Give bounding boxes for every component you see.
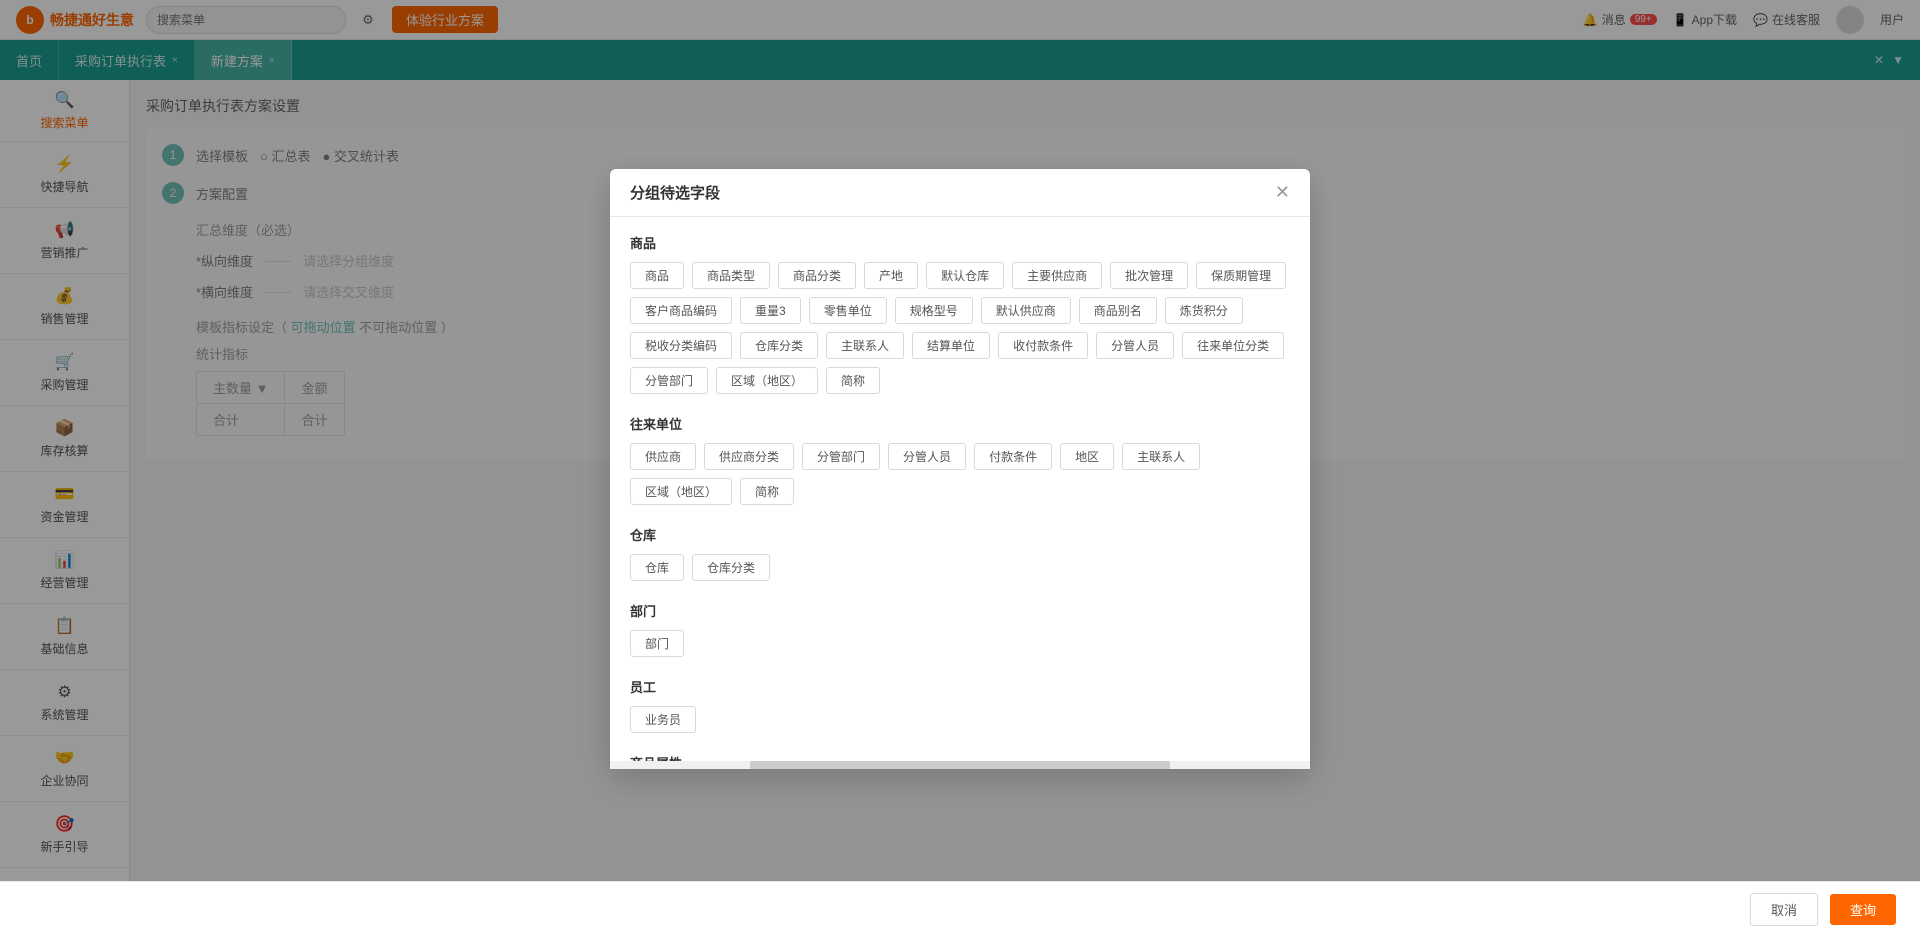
tag-supplier[interactable]: 供应商 xyxy=(630,443,696,470)
tag-batch-mgmt[interactable]: 批次管理 xyxy=(1110,262,1188,289)
tag-area[interactable]: 地区 xyxy=(1060,443,1114,470)
tag-payment-terms[interactable]: 收付款条件 xyxy=(998,332,1088,359)
section-employee-tags: 业务员 xyxy=(630,706,1290,733)
tag-short-name-2[interactable]: 简称 xyxy=(740,478,794,505)
tag-warehouse-category[interactable]: 仓库分类 xyxy=(740,332,818,359)
bottom-action-bar: 取消 查询 xyxy=(0,881,1920,937)
confirm-button[interactable]: 查询 xyxy=(1830,894,1896,925)
tag-customer-code[interactable]: 客户商品编码 xyxy=(630,297,732,324)
tag-goods-category[interactable]: 商品分类 xyxy=(778,262,856,289)
tag-weight[interactable]: 重量3 xyxy=(740,297,801,324)
tag-tax-code[interactable]: 税收分类编码 xyxy=(630,332,732,359)
section-warehouse: 仓库 仓库 仓库分类 xyxy=(630,525,1290,581)
modal-dialog: 分组待选字段 ✕ 商品 商品 商品类型 商品分类 产地 默认仓库 主要供应商 批… xyxy=(610,169,1310,769)
tag-department[interactable]: 部门 xyxy=(630,630,684,657)
section-warehouse-tags: 仓库 仓库分类 xyxy=(630,554,1290,581)
tag-retail-unit[interactable]: 零售单位 xyxy=(809,297,887,324)
tag-main-supplier[interactable]: 主要供应商 xyxy=(1012,262,1102,289)
section-department-title: 部门 xyxy=(630,601,1290,620)
tag-goods-type[interactable]: 商品类型 xyxy=(692,262,770,289)
tag-payment-condition[interactable]: 付款条件 xyxy=(974,443,1052,470)
tag-supervisor[interactable]: 分管人员 xyxy=(1096,332,1174,359)
modal-title: 分组待选字段 xyxy=(630,182,720,203)
tag-spec-model[interactable]: 规格型号 xyxy=(895,297,973,324)
tag-origin[interactable]: 产地 xyxy=(864,262,918,289)
modal-scroll-bar[interactable] xyxy=(610,761,1310,769)
tag-settlement-unit[interactable]: 结算单位 xyxy=(912,332,990,359)
tag-goods-alias[interactable]: 商品别名 xyxy=(1079,297,1157,324)
modal-header: 分组待选字段 ✕ xyxy=(610,169,1310,217)
tag-supplier-category[interactable]: 供应商分类 xyxy=(704,443,794,470)
tag-supervisor-dept[interactable]: 分管部门 xyxy=(802,443,880,470)
section-employee-title: 员工 xyxy=(630,677,1290,696)
cancel-button[interactable]: 取消 xyxy=(1750,893,1818,926)
tag-region-2[interactable]: 区域（地区） xyxy=(630,478,732,505)
tag-dept[interactable]: 分管部门 xyxy=(630,367,708,394)
tag-default-warehouse[interactable]: 默认仓库 xyxy=(926,262,1004,289)
tag-main-contact[interactable]: 主联系人 xyxy=(826,332,904,359)
section-attributes: 商品属性 属性 颜色 多规格 尺码 鞋码 1 xyxy=(630,753,1290,761)
tag-main-contact-2[interactable]: 主联系人 xyxy=(1122,443,1200,470)
section-employee: 员工 业务员 xyxy=(630,677,1290,733)
modal-close-button[interactable]: ✕ xyxy=(1275,182,1290,203)
tag-goods[interactable]: 商品 xyxy=(630,262,684,289)
tag-short-name[interactable]: 简称 xyxy=(826,367,880,394)
tag-warehouse[interactable]: 仓库 xyxy=(630,554,684,581)
tag-salesperson[interactable]: 业务员 xyxy=(630,706,696,733)
section-counterpart: 往来单位 供应商 供应商分类 分管部门 分管人员 付款条件 地区 主联系人 区域… xyxy=(630,414,1290,505)
tag-default-supplier[interactable]: 默认供应商 xyxy=(981,297,1071,324)
section-goods-tags: 商品 商品类型 商品分类 产地 默认仓库 主要供应商 批次管理 保质期管理 客户… xyxy=(630,262,1290,394)
section-goods-title: 商品 xyxy=(630,233,1290,252)
tag-shelf-life[interactable]: 保质期管理 xyxy=(1196,262,1286,289)
section-department: 部门 部门 xyxy=(630,601,1290,657)
tag-region[interactable]: 区域（地区） xyxy=(716,367,818,394)
section-goods: 商品 商品 商品类型 商品分类 产地 默认仓库 主要供应商 批次管理 保质期管理… xyxy=(630,233,1290,394)
modal-scroll-thumb xyxy=(750,761,1170,769)
section-counterpart-title: 往来单位 xyxy=(630,414,1290,433)
section-attributes-title: 商品属性 xyxy=(630,753,1290,761)
section-department-tags: 部门 xyxy=(630,630,1290,657)
section-counterpart-tags: 供应商 供应商分类 分管部门 分管人员 付款条件 地区 主联系人 区域（地区） … xyxy=(630,443,1290,505)
tag-warehouse-cat[interactable]: 仓库分类 xyxy=(692,554,770,581)
section-warehouse-title: 仓库 xyxy=(630,525,1290,544)
modal-overlay: 分组待选字段 ✕ 商品 商品 商品类型 商品分类 产地 默认仓库 主要供应商 批… xyxy=(0,0,1920,937)
tag-supervisor-person[interactable]: 分管人员 xyxy=(888,443,966,470)
tag-loyalty[interactable]: 炼货积分 xyxy=(1165,297,1243,324)
tag-counterpart-category[interactable]: 往来单位分类 xyxy=(1182,332,1284,359)
modal-body[interactable]: 商品 商品 商品类型 商品分类 产地 默认仓库 主要供应商 批次管理 保质期管理… xyxy=(610,217,1310,761)
